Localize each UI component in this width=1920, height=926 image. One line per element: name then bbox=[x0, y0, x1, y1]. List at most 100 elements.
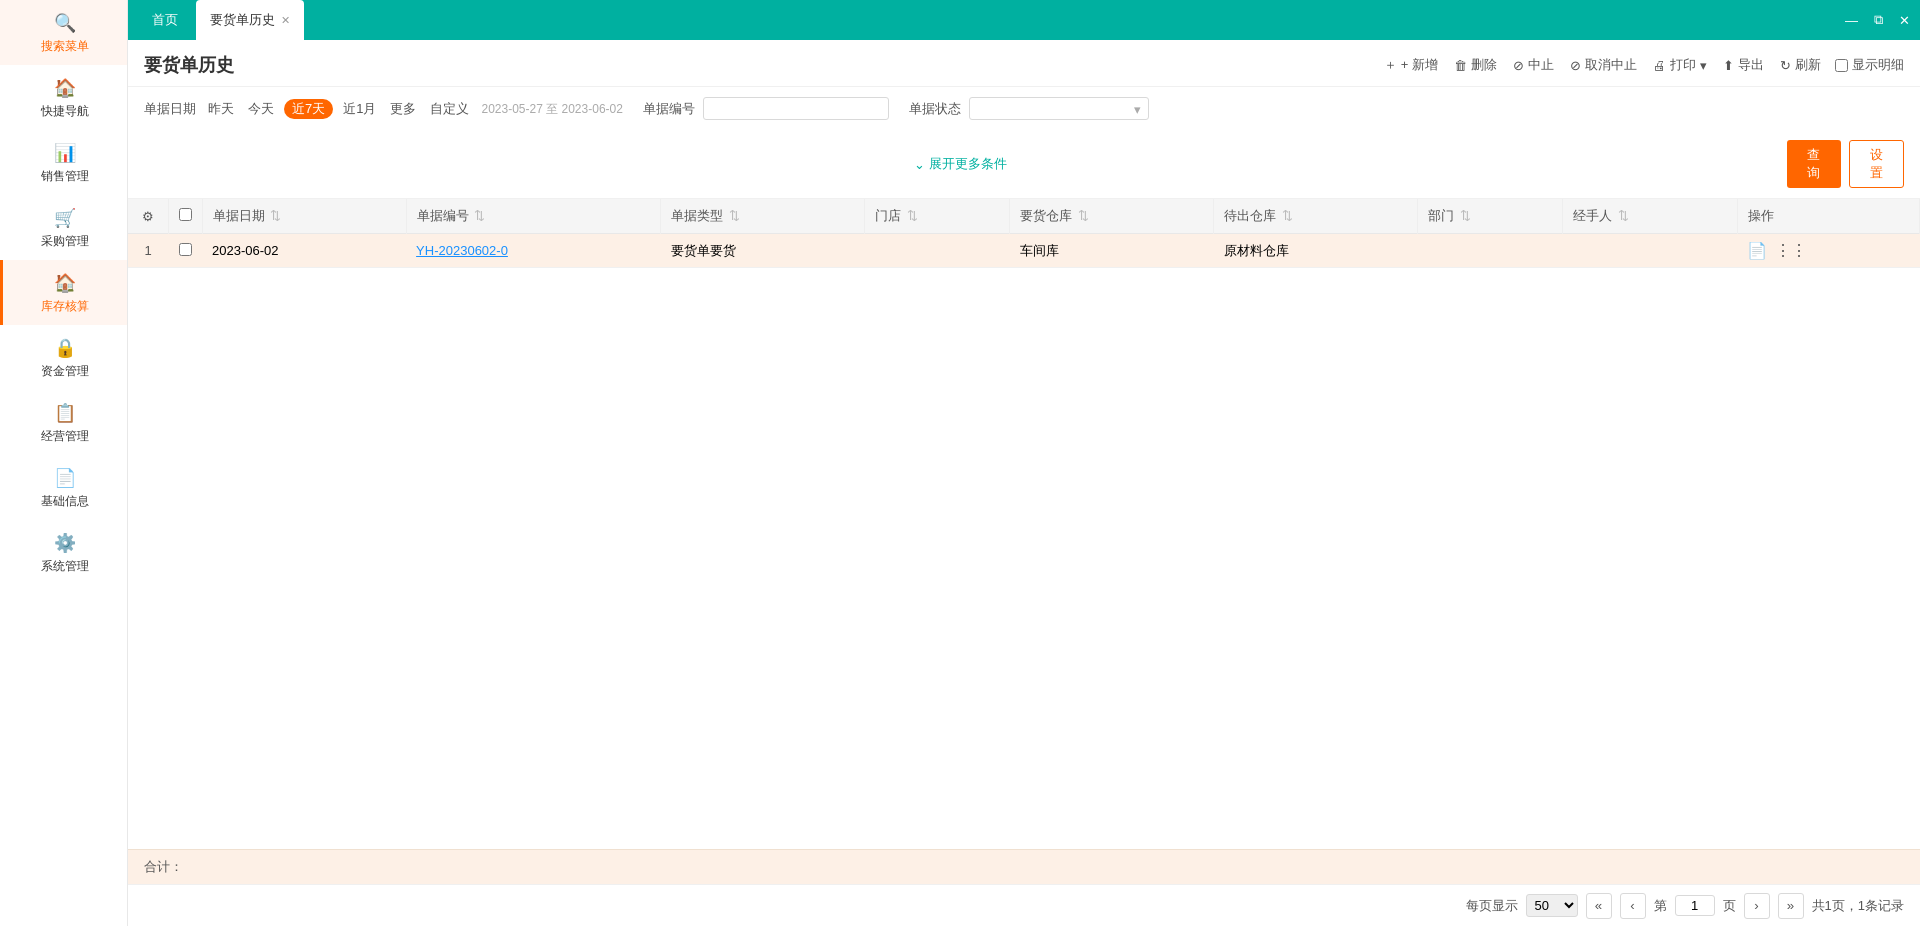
more-icon[interactable]: ⋮⋮ bbox=[1775, 241, 1807, 260]
col-store[interactable]: 门店 ⇅ bbox=[865, 199, 1010, 234]
sort-doc-no-icon: ⇅ bbox=[474, 208, 485, 223]
expand-icon: ⌄ bbox=[914, 157, 925, 172]
doc-no-link[interactable]: YH-20230602-0 bbox=[416, 243, 508, 258]
date-shortcut-custom[interactable]: 自定义 bbox=[426, 99, 473, 119]
page-title: 要货单历史 bbox=[144, 53, 234, 77]
export-label: 导出 bbox=[1738, 56, 1764, 74]
tab-home-label: 首页 bbox=[152, 11, 178, 29]
cancel-stop-button[interactable]: ⊘ 取消中止 bbox=[1568, 52, 1639, 78]
sidebar-item-search-menu[interactable]: 🔍 搜索菜单 bbox=[0, 0, 127, 65]
page-suffix: 页 bbox=[1723, 897, 1736, 915]
sidebar-item-label: 资金管理 bbox=[41, 363, 89, 380]
date-shortcut-more[interactable]: 更多 bbox=[386, 99, 420, 119]
per-page-select[interactable]: 50 20 100 bbox=[1526, 894, 1578, 917]
print-button[interactable]: 🖨 打印 ▾ bbox=[1651, 52, 1709, 78]
date-shortcut-7days[interactable]: 近7天 bbox=[284, 99, 333, 119]
tab-close-icon[interactable]: ✕ bbox=[281, 14, 290, 27]
col-pending-warehouse[interactable]: 待出仓库 ⇅ bbox=[1214, 199, 1418, 234]
fund-icon: 🔒 bbox=[54, 337, 76, 359]
prev-page-button[interactable]: ‹ bbox=[1620, 893, 1646, 919]
sidebar-item-label: 基础信息 bbox=[41, 493, 89, 510]
date-range-display: 2023-05-27 至 2023-06-02 bbox=[481, 101, 622, 118]
sidebar-item-basic[interactable]: 📄 基础信息 bbox=[0, 455, 127, 520]
view-icon[interactable]: 📄 bbox=[1747, 241, 1767, 260]
sidebar-item-label: 库存核算 bbox=[41, 298, 89, 315]
col-checkbox bbox=[168, 199, 202, 234]
sort-req-wh-icon: ⇅ bbox=[1078, 208, 1089, 223]
stop-button[interactable]: ⊘ 中止 bbox=[1511, 52, 1556, 78]
sort-handler-icon: ⇅ bbox=[1618, 208, 1629, 223]
sidebar-item-label: 销售管理 bbox=[41, 168, 89, 185]
setting-button[interactable]: 设置 bbox=[1849, 140, 1904, 188]
refresh-icon: ↻ bbox=[1780, 58, 1791, 73]
tab-requisition-history[interactable]: 要货单历史 ✕ bbox=[196, 0, 304, 40]
query-button[interactable]: 查询 bbox=[1787, 140, 1840, 188]
per-page-label: 每页显示 bbox=[1466, 897, 1518, 915]
new-button[interactable]: ＋ + 新增 bbox=[1382, 52, 1440, 78]
row-store bbox=[865, 234, 1010, 268]
search-menu-icon: 🔍 bbox=[54, 12, 76, 34]
date-shortcut-yesterday[interactable]: 昨天 bbox=[204, 99, 238, 119]
col-dept[interactable]: 部门 ⇅ bbox=[1418, 199, 1563, 234]
col-doc-type[interactable]: 单据类型 ⇅ bbox=[661, 199, 865, 234]
next-page-button[interactable]: › bbox=[1744, 893, 1770, 919]
select-all-checkbox[interactable] bbox=[179, 208, 192, 221]
total-info: 共1页，1条记录 bbox=[1812, 897, 1904, 915]
operation-icons: 📄 ⋮⋮ bbox=[1747, 241, 1909, 260]
sidebar-item-sales[interactable]: 📊 销售管理 bbox=[0, 130, 127, 195]
sidebar-item-ops[interactable]: 📋 经营管理 bbox=[0, 390, 127, 455]
sidebar-item-system[interactable]: ⚙️ 系统管理 bbox=[0, 520, 127, 585]
status-select[interactable] bbox=[969, 97, 1149, 120]
delete-icon: 🗑 bbox=[1454, 58, 1467, 73]
row-dept bbox=[1418, 234, 1563, 268]
last-page-button[interactable]: » bbox=[1778, 893, 1804, 919]
page-input[interactable] bbox=[1675, 895, 1715, 916]
sidebar-item-label: 经营管理 bbox=[41, 428, 89, 445]
quick-nav-icon: 🏠 bbox=[54, 77, 76, 99]
date-shortcuts: 昨天 今天 近7天 近1月 更多 自定义 bbox=[204, 99, 473, 119]
delete-label: 删除 bbox=[1471, 56, 1497, 74]
show-detail-toggle[interactable]: 显示明细 bbox=[1835, 56, 1904, 74]
doc-no-input[interactable] bbox=[703, 97, 889, 120]
row-checkbox[interactable] bbox=[179, 243, 192, 256]
purchase-icon: 🛒 bbox=[54, 207, 76, 229]
tab-home[interactable]: 首页 bbox=[138, 0, 192, 40]
inventory-icon: 🏠 bbox=[54, 272, 76, 294]
sidebar-item-fund[interactable]: 🔒 资金管理 bbox=[0, 325, 127, 390]
refresh-button[interactable]: ↻ 刷新 bbox=[1778, 52, 1823, 78]
sidebar-item-purchase[interactable]: 🛒 采购管理 bbox=[0, 195, 127, 260]
pagination-bar: 每页显示 50 20 100 « ‹ 第 页 › » 共1页，1条记录 bbox=[128, 884, 1920, 926]
delete-button[interactable]: 🗑 删除 bbox=[1452, 52, 1499, 78]
print-label: 打印 bbox=[1670, 56, 1696, 74]
show-detail-checkbox[interactable] bbox=[1835, 59, 1848, 72]
sidebar-item-inventory[interactable]: 🏠 库存核算 bbox=[0, 260, 127, 325]
export-button[interactable]: ⬆ 导出 bbox=[1721, 52, 1766, 78]
table-container: ⚙ 单据日期 ⇅ 单据编号 ⇅ 单据类型 bbox=[128, 199, 1920, 849]
row-pending-warehouse: 原材料仓库 bbox=[1214, 234, 1418, 268]
date-shortcut-today[interactable]: 今天 bbox=[244, 99, 278, 119]
sidebar-item-quick-nav[interactable]: 🏠 快捷导航 bbox=[0, 65, 127, 130]
refresh-label: 刷新 bbox=[1795, 56, 1821, 74]
sort-doc-date-icon: ⇅ bbox=[270, 208, 281, 223]
summary-label: 合计： bbox=[144, 858, 183, 876]
row-doc-no: YH-20230602-0 bbox=[406, 234, 661, 268]
window-close[interactable]: ✕ bbox=[1899, 13, 1910, 28]
col-settings[interactable]: ⚙ bbox=[128, 199, 168, 234]
topbar: 首页 要货单历史 ✕ — ⧉ ✕ bbox=[128, 0, 1920, 40]
tab-requisition-label: 要货单历史 bbox=[210, 11, 275, 29]
col-req-warehouse[interactable]: 要货仓库 ⇅ bbox=[1010, 199, 1214, 234]
sort-doc-type-icon: ⇅ bbox=[729, 208, 740, 223]
col-doc-date[interactable]: 单据日期 ⇅ bbox=[202, 199, 406, 234]
col-doc-no[interactable]: 单据编号 ⇅ bbox=[406, 199, 661, 234]
expand-more-btn[interactable]: ⌄ 展开更多条件 bbox=[144, 153, 1777, 175]
date-shortcut-1month[interactable]: 近1月 bbox=[339, 99, 380, 119]
basic-icon: 📄 bbox=[54, 467, 76, 489]
show-detail-label: 显示明细 bbox=[1852, 56, 1904, 74]
window-restore[interactable]: ⧉ bbox=[1874, 12, 1883, 28]
expand-label: 展开更多条件 bbox=[929, 155, 1007, 173]
filter-bar: 单据日期 昨天 今天 近7天 近1月 更多 自定义 2023-05-27 至 2… bbox=[128, 87, 1920, 199]
col-handler[interactable]: 经手人 ⇅ bbox=[1563, 199, 1738, 234]
first-page-button[interactable]: « bbox=[1586, 893, 1612, 919]
window-minimize[interactable]: — bbox=[1845, 13, 1858, 28]
main-table: ⚙ 单据日期 ⇅ 单据编号 ⇅ 单据类型 bbox=[128, 199, 1920, 268]
